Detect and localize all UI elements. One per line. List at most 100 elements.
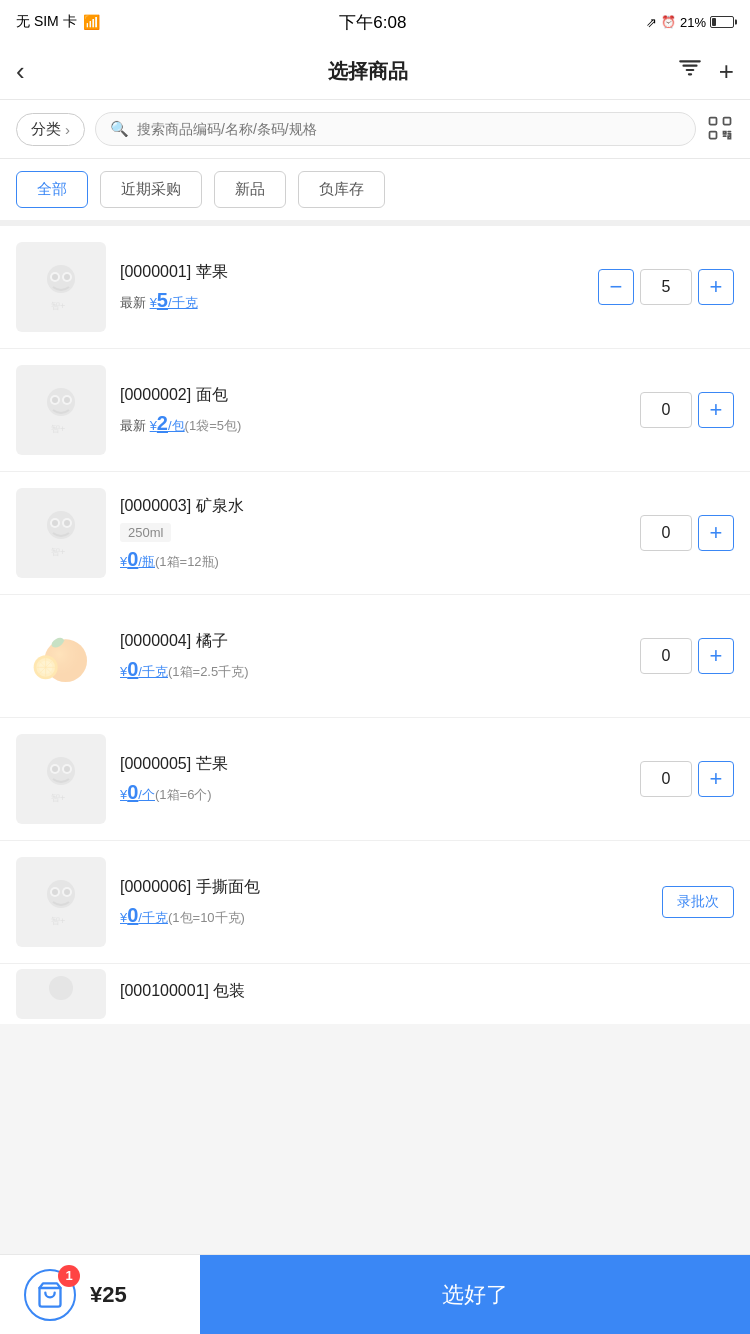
svg-point-42 — [64, 889, 70, 895]
nav-bar: ‹ 选择商品 + — [0, 44, 750, 100]
search-icon: 🔍 — [110, 120, 129, 138]
product-price: ¥0/千克(1箱=2.5千克) — [120, 658, 626, 681]
list-item: 智+ [0000006] 手撕面包 ¥0/千克(1包=10千克) 录批次 — [0, 841, 750, 964]
tab-negative[interactable]: 负库存 — [298, 171, 385, 208]
placeholder-icon: 智+ — [31, 380, 91, 440]
product-price: ¥0/个(1箱=6个) — [120, 781, 626, 804]
quantity-control: + — [640, 761, 734, 797]
quantity-input[interactable] — [640, 638, 692, 674]
svg-text:智+: 智+ — [51, 424, 65, 434]
batch-button[interactable]: 录批次 — [662, 886, 734, 918]
svg-text:智+: 智+ — [51, 547, 65, 557]
search-input[interactable] — [137, 121, 681, 137]
product-name: [000100001] 包装 — [120, 981, 734, 1002]
nav-actions: + — [677, 56, 734, 87]
category-button[interactable]: 分类 › — [16, 113, 85, 146]
product-info: [0000002] 面包 最新 ¥2/包(1袋=5包) — [120, 385, 626, 435]
list-item: 智+ [0000001] 苹果 最新 ¥5/千克 − + — [0, 226, 750, 349]
svg-point-18 — [52, 520, 58, 526]
svg-point-12 — [52, 397, 58, 403]
scan-button[interactable] — [706, 114, 734, 145]
cart-icon — [36, 1281, 64, 1309]
tab-all-label: 全部 — [37, 180, 67, 197]
cart-area: 1 ¥25 — [0, 1269, 200, 1321]
list-item: 智+ [0000005] 芒果 ¥0/个(1箱=6个) + — [0, 718, 750, 841]
product-image: 智+ — [16, 242, 106, 332]
category-label: 分类 — [31, 120, 61, 139]
product-price: ¥0/千克(1包=10千克) — [120, 904, 648, 927]
product-image — [16, 969, 106, 1019]
quantity-control: + — [640, 515, 734, 551]
placeholder-icon: 智+ — [31, 257, 91, 317]
product-info: [0000006] 手撕面包 ¥0/千克(1包=10千克) — [120, 877, 648, 927]
quantity-control: + — [640, 638, 734, 674]
svg-point-36 — [64, 766, 70, 772]
product-price: 最新 ¥5/千克 — [120, 289, 584, 312]
product-info: [000100001] 包装 — [120, 981, 734, 1008]
quantity-control: − + — [598, 269, 734, 305]
search-input-wrap: 🔍 — [95, 112, 696, 146]
svg-point-44 — [49, 976, 73, 1000]
svg-rect-1 — [724, 117, 731, 124]
product-info: [0000003] 矿泉水 250ml ¥0/瓶(1箱=12瓶) — [120, 496, 626, 571]
tab-new-label: 新品 — [235, 180, 265, 197]
status-time: 下午6:08 — [339, 11, 406, 34]
quantity-input[interactable] — [640, 269, 692, 305]
confirm-label: 选好了 — [442, 1280, 508, 1310]
battery-fill — [712, 18, 716, 26]
svg-rect-0 — [710, 117, 717, 124]
svg-rect-2 — [710, 131, 717, 138]
quantity-input[interactable] — [640, 761, 692, 797]
product-price: 最新 ¥2/包(1袋=5包) — [120, 412, 626, 435]
svg-point-13 — [64, 397, 70, 403]
product-image — [16, 611, 106, 701]
bottom-bar: 1 ¥25 选好了 — [0, 1254, 750, 1334]
product-name: [0000003] 矿泉水 — [120, 496, 626, 517]
quantity-minus-button[interactable]: − — [598, 269, 634, 305]
tab-all[interactable]: 全部 — [16, 171, 88, 208]
svg-text:智+: 智+ — [51, 916, 65, 926]
tab-recent-label: 近期采购 — [121, 180, 181, 197]
product-image: 智+ — [16, 857, 106, 947]
svg-point-35 — [52, 766, 58, 772]
product-list: 智+ [0000001] 苹果 最新 ¥5/千克 − + — [0, 226, 750, 1114]
quantity-control: + — [640, 392, 734, 428]
quantity-plus-button[interactable]: + — [698, 392, 734, 428]
quantity-plus-button[interactable]: + — [698, 515, 734, 551]
location-icon: ⇗ — [646, 15, 657, 30]
svg-text:智+: 智+ — [51, 301, 65, 311]
scan-icon — [706, 114, 734, 142]
cart-total: ¥25 — [90, 1282, 127, 1308]
cart-icon-wrap[interactable]: 1 — [24, 1269, 76, 1321]
product-image: 智+ — [16, 488, 106, 578]
category-arrow-icon: › — [65, 121, 70, 138]
status-right: ⇗ ⏰ 21% — [646, 15, 734, 30]
quantity-plus-button[interactable]: + — [698, 638, 734, 674]
tab-new[interactable]: 新品 — [214, 171, 286, 208]
add-button[interactable]: + — [719, 56, 734, 87]
product-name: [0000002] 面包 — [120, 385, 626, 406]
tab-recent[interactable]: 近期采购 — [100, 171, 202, 208]
filter-icon — [677, 57, 703, 83]
list-item-partial: [000100001] 包装 — [0, 964, 750, 1024]
svg-point-19 — [64, 520, 70, 526]
wifi-icon: 📶 — [83, 14, 100, 30]
status-left: 无 SIM 卡 📶 — [16, 13, 100, 31]
placeholder-icon: 智+ — [31, 503, 91, 563]
confirm-button[interactable]: 选好了 — [200, 1255, 750, 1334]
quantity-input[interactable] — [640, 515, 692, 551]
carrier-text: 无 SIM 卡 — [16, 13, 77, 31]
add-icon: + — [719, 56, 734, 86]
back-button[interactable]: ‹ — [16, 56, 60, 87]
svg-text:智+: 智+ — [51, 793, 65, 803]
quantity-plus-button[interactable]: + — [698, 761, 734, 797]
filter-tabs: 全部 近期采购 新品 负库存 — [0, 159, 750, 226]
svg-point-7 — [64, 274, 70, 280]
product-info: [0000001] 苹果 最新 ¥5/千克 — [120, 262, 584, 312]
quantity-input[interactable] — [640, 392, 692, 428]
product-image: 智+ — [16, 365, 106, 455]
filter-button[interactable] — [677, 57, 703, 86]
placeholder-icon — [31, 969, 91, 1019]
search-area: 分类 › 🔍 — [0, 100, 750, 159]
quantity-plus-button[interactable]: + — [698, 269, 734, 305]
